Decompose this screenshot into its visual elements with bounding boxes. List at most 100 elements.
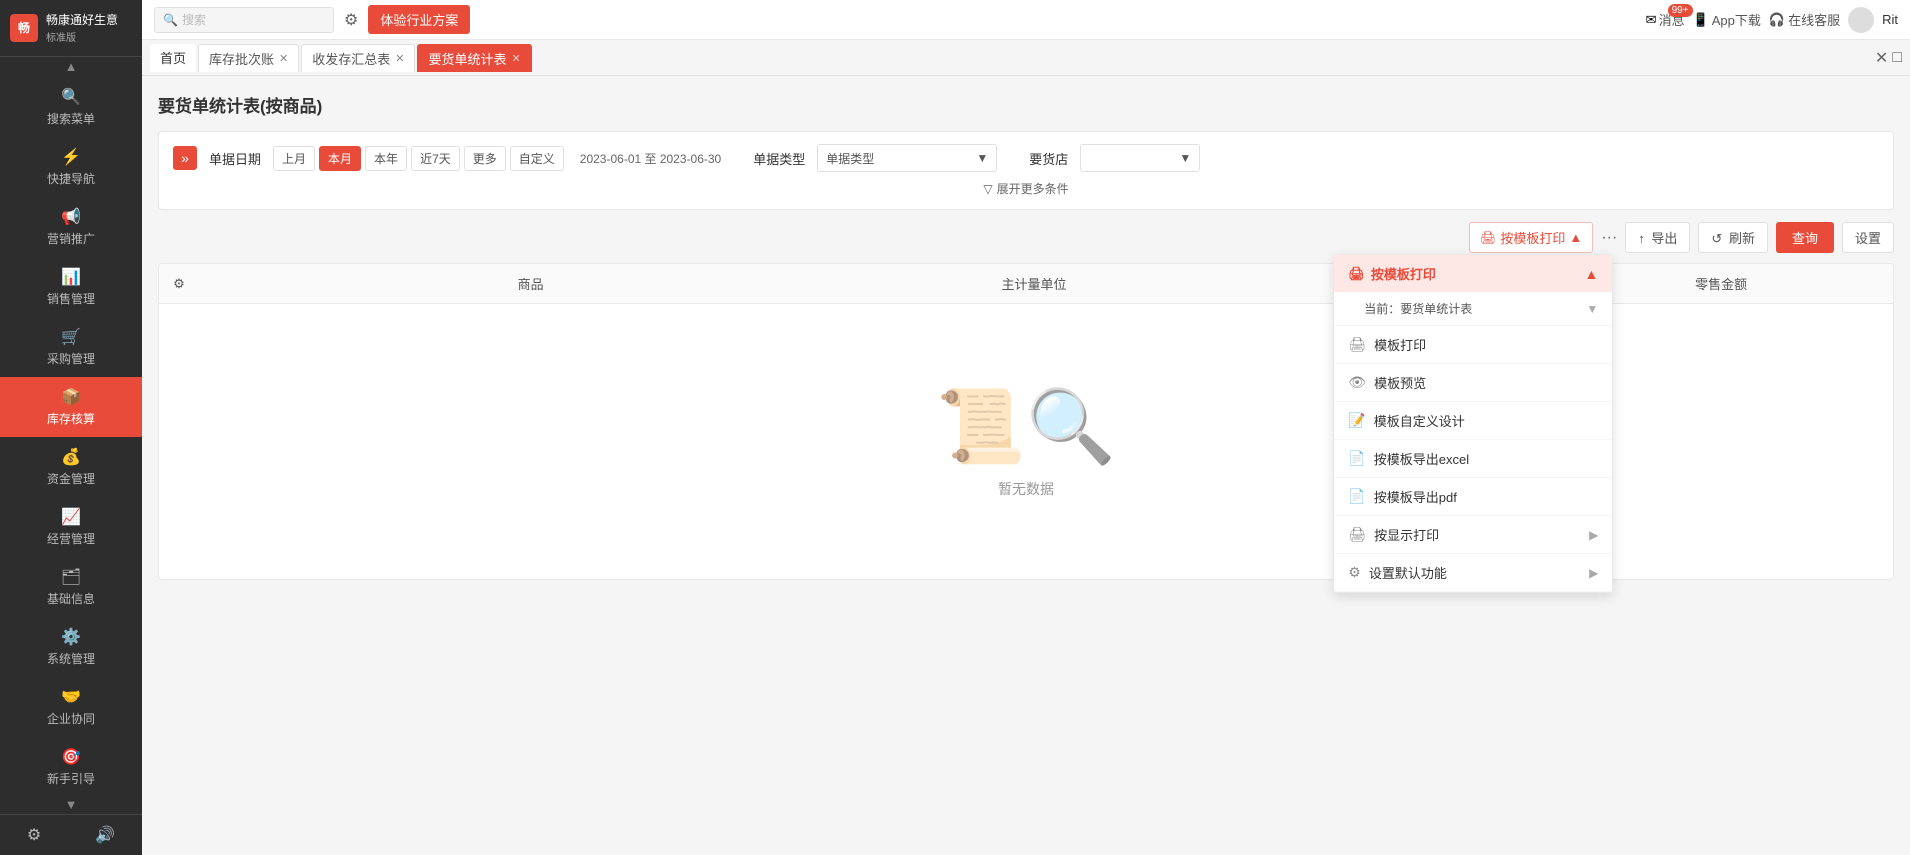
default-setting-icon: ⚙ bbox=[1348, 564, 1361, 581]
dropdown-arrow-icon: ▼ bbox=[1179, 151, 1191, 165]
export-button[interactable]: ↑ 导出 bbox=[1625, 222, 1690, 253]
avatar[interactable] bbox=[1848, 7, 1874, 33]
data-table: ⚙ 商品 主计量单位 主数量 零售金额 📜🔍 bbox=[158, 263, 1894, 580]
dropdown-sub-display-print[interactable]: 🖨 按显示打印 ▶ bbox=[1334, 516, 1612, 554]
dropdown-item-custom-design[interactable]: 📝 模板自定义设计 bbox=[1334, 402, 1612, 440]
collab-icon: 🤝 bbox=[61, 687, 81, 707]
tab-receipt-summary[interactable]: 收发存汇总表 ✕ bbox=[301, 44, 415, 72]
sub-arrow-icon: ▶ bbox=[1589, 566, 1598, 580]
tab-inventory-batch-label: 库存批次账 bbox=[209, 49, 274, 68]
header-search-box[interactable]: 🔍 搜索 bbox=[154, 7, 334, 33]
filter-panel: » 单据日期 上月 本月 本年 近7天 更多 自定义 2023-06-01 至 … bbox=[158, 131, 1894, 210]
sound-icon[interactable]: 🔊 bbox=[95, 825, 115, 845]
print-arrow-icon: ▲ bbox=[1569, 230, 1582, 245]
more-icon[interactable]: ··· bbox=[1601, 229, 1617, 247]
date-buttons: 上月 本月 本年 近7天 更多 自定义 bbox=[273, 146, 564, 171]
date-btn-prev-month[interactable]: 上月 bbox=[273, 146, 315, 171]
tab-close-all-icon[interactable]: ✕ bbox=[1875, 48, 1888, 68]
tab-order-stats[interactable]: 要货单统计表 ✕ bbox=[417, 44, 531, 72]
service-label: 在线客服 bbox=[1788, 10, 1840, 29]
sidebar-item-sales[interactable]: 📊 销售管理 bbox=[0, 257, 142, 317]
sidebar-item-purchase[interactable]: 🛒 采购管理 bbox=[0, 317, 142, 377]
dropdown-title-text: 按模板打印 bbox=[1371, 264, 1436, 283]
sub-label: 按显示打印 bbox=[1374, 525, 1439, 544]
sidebar-item-guide[interactable]: 🎯 新手引导 bbox=[0, 737, 142, 794]
finance-icon: 💰 bbox=[61, 447, 81, 467]
filter-expand-row[interactable]: ▽ 展开更多条件 bbox=[983, 180, 1068, 197]
tabs-right-actions: ✕ □ bbox=[1875, 48, 1902, 68]
sidebar-item-operations[interactable]: 📈 经营管理 bbox=[0, 497, 142, 557]
current-arrow-icon: ▼ bbox=[1586, 302, 1598, 316]
dropdown-item-label: 模板预览 bbox=[1374, 373, 1426, 392]
toolbar-right: 🖨 按模板打印 ▲ 🖨 按模板打印 ▲ bbox=[1469, 222, 1894, 253]
dropdown-item-export-pdf[interactable]: 📄 按模板导出pdf bbox=[1334, 478, 1612, 516]
printer-header-icon: 🖨 bbox=[1348, 266, 1365, 282]
print-btn-wrap: 🖨 按模板打印 ▲ 🖨 按模板打印 ▲ bbox=[1469, 222, 1593, 253]
date-btn-7days[interactable]: 近7天 bbox=[411, 146, 460, 171]
dropdown-item-print[interactable]: 🖨 模板打印 bbox=[1334, 326, 1612, 364]
messages-wrap[interactable]: ✉ 消息 99+ bbox=[1646, 10, 1685, 29]
phone-icon: 📱 bbox=[1693, 12, 1709, 28]
tab-close-icon[interactable]: ✕ bbox=[395, 52, 404, 65]
sidebar-item-quicknav[interactable]: ⚡ 快捷导航 bbox=[0, 137, 142, 197]
app-name: 畅康通好生意 bbox=[46, 12, 118, 29]
date-btn-current-year[interactable]: 本年 bbox=[365, 146, 407, 171]
date-btn-more[interactable]: 更多 bbox=[464, 146, 506, 171]
sidebar-item-collab[interactable]: 🤝 企业协同 bbox=[0, 677, 142, 737]
dropdown-close-icon[interactable]: ▲ bbox=[1584, 266, 1598, 282]
quicknav-icon: ⚡ bbox=[61, 147, 81, 167]
export-label: 导出 bbox=[1651, 231, 1677, 246]
tab-receipt-summary-label: 收发存汇总表 bbox=[312, 49, 390, 68]
sidebar-item-inventory[interactable]: 📦 库存核算 bbox=[0, 377, 142, 437]
tab-close-icon[interactable]: ✕ bbox=[279, 52, 288, 65]
dropdown-sub-default-setting[interactable]: ⚙ 设置默认功能 ▶ bbox=[1334, 554, 1612, 592]
date-btn-current-month[interactable]: 本月 bbox=[319, 146, 361, 171]
header-gear-icon[interactable]: ⚙ bbox=[344, 10, 358, 30]
search-placeholder: 搜索 bbox=[182, 11, 206, 28]
tab-close-icon[interactable]: ✕ bbox=[512, 52, 521, 65]
sidebar-scroll-up[interactable]: ▲ bbox=[0, 57, 142, 77]
filter-expand-toggle[interactable]: » bbox=[173, 146, 197, 170]
th-retail-label: 零售金额 bbox=[1695, 277, 1747, 292]
dropdown-current-template[interactable]: 当前：要货单统计表 ▼ bbox=[1334, 292, 1612, 326]
sidebar-item-label: 搜索菜单 bbox=[47, 110, 95, 127]
tab-maximize-icon[interactable]: □ bbox=[1892, 49, 1902, 67]
print-template-button[interactable]: 🖨 按模板打印 ▲ bbox=[1469, 222, 1593, 253]
th-goods-label: 商品 bbox=[518, 277, 544, 292]
app-download[interactable]: 📱 App下载 bbox=[1693, 10, 1761, 29]
expand-down-icon: ▽ bbox=[983, 182, 992, 196]
dropdown-title: 🖨 按模板打印 bbox=[1348, 264, 1436, 283]
date-btn-custom[interactable]: 自定义 bbox=[510, 146, 564, 171]
settings-icon[interactable]: ⚙ bbox=[27, 825, 41, 845]
sidebar-scroll-down[interactable]: ▼ bbox=[0, 794, 142, 814]
sidebar-bottom: ⚙ 🔊 bbox=[0, 814, 142, 855]
sidebar-item-finance[interactable]: 💰 资金管理 bbox=[0, 437, 142, 497]
sub-arrow-icon: ▶ bbox=[1589, 528, 1598, 542]
user-name: Rit bbox=[1882, 12, 1898, 27]
refresh-button[interactable]: ↺ 刷新 bbox=[1698, 222, 1768, 253]
sidebar-item-system[interactable]: ⚙️ 系统管理 bbox=[0, 617, 142, 677]
sidebar-item-marketing[interactable]: 📢 营销推广 bbox=[0, 197, 142, 257]
dropdown-item-preview[interactable]: 👁 模板预览 bbox=[1334, 364, 1612, 402]
dropdown-item-export-excel[interactable]: 📄 按模板导出excel bbox=[1334, 440, 1612, 478]
sub-left: 🖨 按显示打印 bbox=[1348, 525, 1439, 544]
type-filter-select[interactable]: 单据类型 ▼ bbox=[817, 144, 997, 172]
sidebar-item-basic[interactable]: 🗂 基础信息 bbox=[0, 557, 142, 617]
page-title: 要货单统计表(按商品) bbox=[158, 92, 1894, 117]
settings-button[interactable]: 设置 bbox=[1842, 222, 1894, 253]
tab-inventory-batch[interactable]: 库存批次账 ✕ bbox=[198, 44, 299, 72]
th-goods: 商品 bbox=[199, 264, 862, 303]
search-icon: 🔍 bbox=[163, 13, 178, 27]
goods-filter-select[interactable]: ▼ bbox=[1080, 144, 1200, 172]
dropdown-item-label: 按模板导出excel bbox=[1374, 449, 1469, 468]
purchase-icon: 🛒 bbox=[61, 327, 81, 347]
th-gear[interactable]: ⚙ bbox=[159, 266, 199, 302]
print-dropdown-panel: 🖨 按模板打印 ▲ 当前：要货单统计表 ▼ 🖨 bbox=[1333, 254, 1613, 593]
sidebar-item-label: 基础信息 bbox=[47, 590, 95, 607]
tab-home[interactable]: 首页 bbox=[150, 44, 196, 72]
trial-button[interactable]: 体验行业方案 bbox=[368, 5, 470, 34]
query-button[interactable]: 查询 bbox=[1776, 222, 1834, 253]
sidebar-item-search[interactable]: 🔍 搜索菜单 bbox=[0, 77, 142, 137]
online-service[interactable]: 🎧 在线客服 bbox=[1769, 10, 1840, 29]
current-template-label: 当前：要货单统计表 bbox=[1364, 300, 1472, 317]
